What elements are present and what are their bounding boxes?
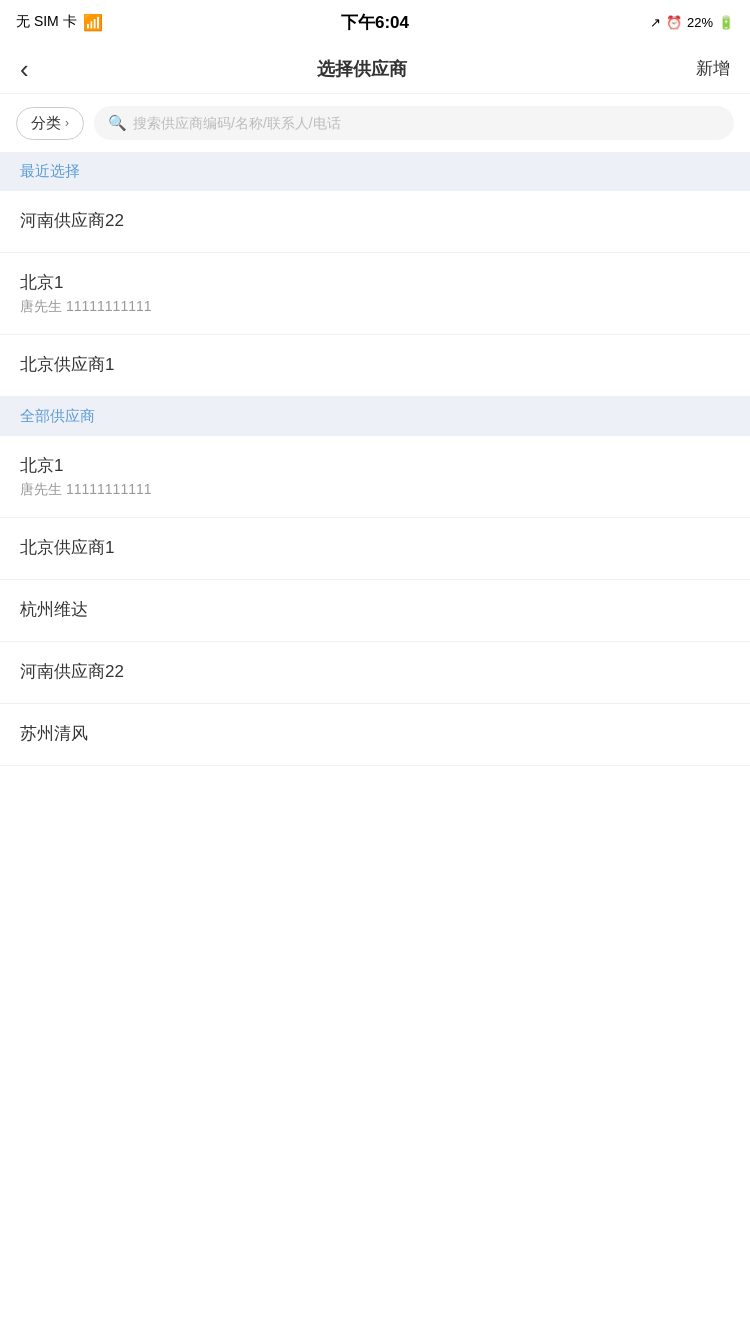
search-area: 分类 › 🔍 <box>0 94 750 152</box>
sim-status: 无 SIM 卡 <box>16 13 77 31</box>
wifi-icon: 📶 <box>83 13 103 32</box>
supplier-name: 杭州维达 <box>20 598 730 621</box>
page-title: 选择供应商 <box>317 57 407 81</box>
nav-bar: ‹ 选择供应商 新增 <box>0 44 750 94</box>
chevron-right-icon: › <box>65 116 69 130</box>
recent-section-label: 最近选择 <box>20 162 80 179</box>
supplier-name: 北京1 <box>20 454 730 477</box>
location-icon: ↗ <box>650 15 661 30</box>
status-left: 无 SIM 卡 📶 <box>16 13 103 32</box>
list-item[interactable]: 北京1 唐先生 11111111111 <box>0 436 750 518</box>
all-items-list: 北京1 唐先生 11111111111 北京供应商1 杭州维达 河南供应商22 … <box>0 436 750 766</box>
all-section-header: 全部供应商 <box>0 397 750 436</box>
category-label: 分类 <box>31 114 61 133</box>
search-icon: 🔍 <box>108 114 127 132</box>
alarm-icon: ⏰ <box>666 15 682 30</box>
category-filter-button[interactable]: 分类 › <box>16 107 84 140</box>
supplier-name: 河南供应商22 <box>20 660 730 683</box>
list-item[interactable]: 河南供应商22 <box>0 191 750 253</box>
supplier-name: 河南供应商22 <box>20 209 730 232</box>
all-section-label: 全部供应商 <box>20 407 95 424</box>
add-button[interactable]: 新增 <box>696 57 730 80</box>
supplier-name: 北京供应商1 <box>20 353 730 376</box>
search-input-wrap: 🔍 <box>94 106 734 140</box>
search-input[interactable] <box>133 115 720 131</box>
list-item[interactable]: 苏州清风 <box>0 704 750 766</box>
battery-level: 22% <box>687 15 713 30</box>
list-item[interactable]: 北京1 唐先生 11111111111 <box>0 253 750 335</box>
status-bar: 无 SIM 卡 📶 下午6:04 ↗ ⏰ 22% 🔋 <box>0 0 750 44</box>
supplier-name: 北京供应商1 <box>20 536 730 559</box>
status-time: 下午6:04 <box>341 11 409 34</box>
supplier-contact: 唐先生 11111111111 <box>20 481 730 499</box>
supplier-name: 苏州清风 <box>20 722 730 745</box>
recent-items-list: 河南供应商22 北京1 唐先生 11111111111 北京供应商1 <box>0 191 750 397</box>
supplier-name: 北京1 <box>20 271 730 294</box>
battery-icon: 🔋 <box>718 15 734 30</box>
list-item[interactable]: 河南供应商22 <box>0 642 750 704</box>
recent-section-header: 最近选择 <box>0 152 750 191</box>
list-item[interactable]: 北京供应商1 <box>0 518 750 580</box>
list-item[interactable]: 杭州维达 <box>0 580 750 642</box>
supplier-contact: 唐先生 11111111111 <box>20 298 730 316</box>
back-button[interactable]: ‹ <box>20 56 29 82</box>
list-item[interactable]: 北京供应商1 <box>0 335 750 397</box>
status-right: ↗ ⏰ 22% 🔋 <box>650 15 734 30</box>
